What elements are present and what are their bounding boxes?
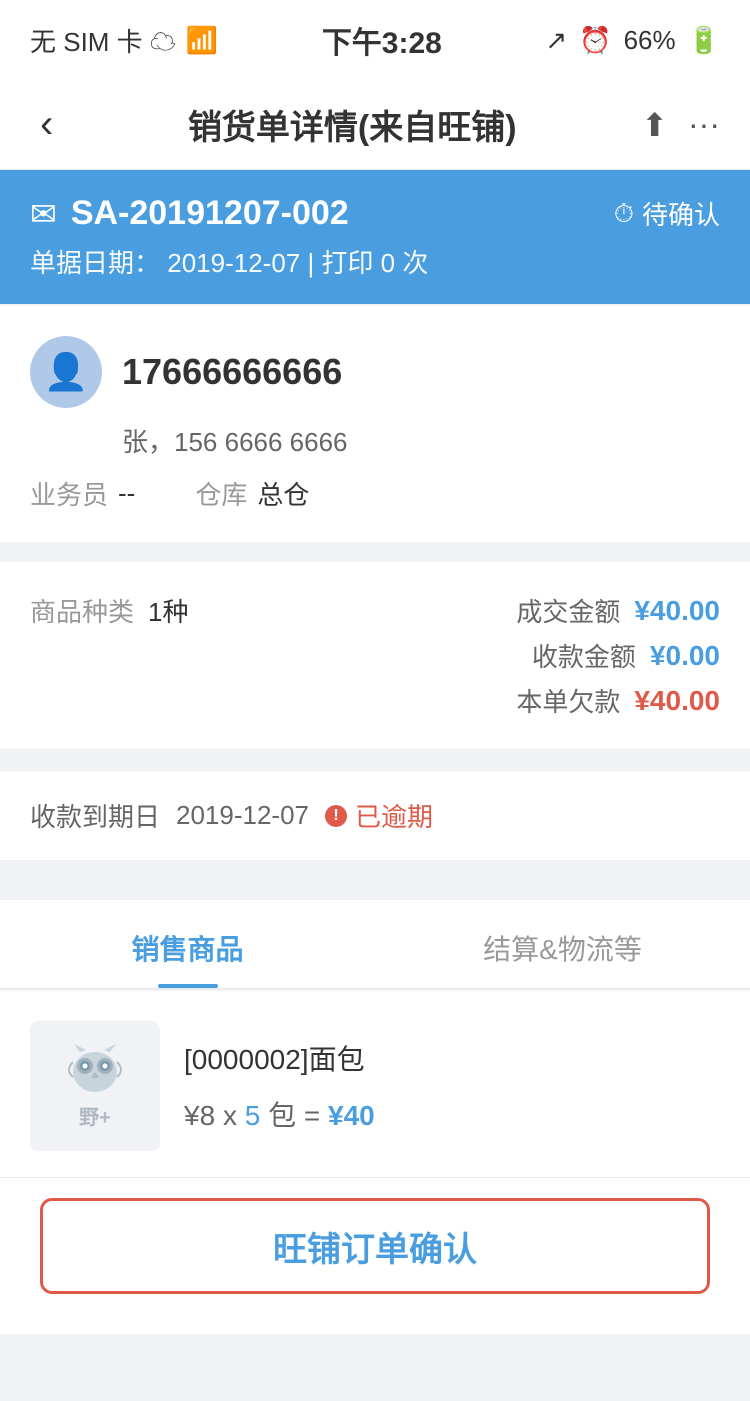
divider-2 [0, 749, 750, 769]
staff-item: 业务员 -- [30, 475, 135, 512]
customer-phone: 17666666666 [122, 351, 342, 393]
order-id-wrap: ✉ SA-20191207-002 [30, 194, 349, 233]
duedate-value: 2019-12-07 [176, 800, 309, 831]
price-unit: ¥8 [184, 1100, 215, 1131]
price-equals: = [304, 1100, 328, 1131]
customer-meta: 业务员 -- 仓库 总仓 [30, 475, 720, 512]
nav-bar: ‹ 销货单详情(来自旺铺) ⬆ ··· [0, 80, 750, 170]
product-thumbnail: 野+ [30, 1021, 160, 1151]
back-button[interactable]: ‹ [30, 92, 63, 157]
page-title: 销货单详情(来自旺铺) [188, 100, 517, 149]
amount-label-1: 收款金额 [532, 637, 636, 674]
price-total: ¥40 [328, 1100, 375, 1131]
tab-settlement[interactable]: 结算&物流等 [375, 900, 750, 988]
price-qty: 5 [245, 1100, 261, 1131]
product-info: [0000002]面包 ¥8 x 5 包 = ¥40 [184, 1038, 720, 1134]
share-button[interactable]: ⬆ [641, 106, 668, 144]
overdue-dot-icon: ! [325, 805, 347, 827]
warehouse-value: 总仓 [257, 475, 309, 512]
amount-label-2: 本单欠款 [516, 682, 620, 719]
amount-row-2: 本单欠款 ¥40.00 [516, 682, 720, 719]
avatar-icon: 👤 [44, 351, 89, 393]
status-time: 下午3:28 [322, 18, 442, 62]
summary-left: 商品种类 1种 [30, 592, 188, 629]
amount-label-0: 成交金额 [516, 592, 620, 629]
alarm-icon: ⏰ [579, 25, 611, 56]
divider-3 [0, 860, 750, 880]
warehouse-label: 仓库 [195, 475, 247, 512]
owl-logo-icon [60, 1042, 130, 1097]
divider-1 [0, 542, 750, 562]
product-section: 野+ [0000002]面包 ¥8 x 5 包 = ¥40 [0, 991, 750, 1181]
product-item: 野+ [0000002]面包 ¥8 x 5 包 = ¥40 [0, 991, 750, 1181]
summary-right: 成交金额 ¥40.00 收款金额 ¥0.00 本单欠款 ¥40.00 [516, 592, 720, 719]
status-left: 无 SIM 卡 ☁ 📶 [30, 22, 218, 59]
customer-row: 👤 17666666666 [30, 336, 720, 408]
date-label: 单据日期： [30, 248, 160, 278]
brand-plus-text: 野+ [79, 1101, 111, 1130]
summary-section: 商品种类 1种 成交金额 ¥40.00 收款金额 ¥0.00 本单欠款 ¥40.… [0, 562, 750, 749]
overdue-text: 已逾期 [355, 797, 433, 834]
amount-value-2: ¥40.00 [634, 685, 720, 717]
warehouse-item: 仓库 总仓 [195, 475, 309, 512]
status-right: ↗ ⏰ 66% 🔋 [545, 25, 720, 56]
category-value: 1种 [148, 592, 188, 629]
avatar: 👤 [30, 336, 102, 408]
date-value: 2019-12-07 [167, 248, 300, 278]
more-button[interactable]: ··· [688, 106, 720, 143]
order-date-line: 单据日期： 2019-12-07 | 打印 0 次 [30, 243, 720, 280]
tab-settlement-label: 结算&物流等 [483, 934, 642, 965]
battery-icon: 🔋 [688, 25, 720, 56]
bottom-bar: 旺铺订单确认 [0, 1177, 750, 1334]
nav-right-actions: ⬆ ··· [641, 106, 720, 144]
amount-value-1: ¥0.00 [650, 640, 720, 672]
amount-row-0: 成交金额 ¥40.00 [516, 592, 720, 629]
price-unit-text: 包 [268, 1100, 296, 1131]
product-name: [0000002]面包 [184, 1038, 720, 1078]
overdue-badge: ! 已逾期 [325, 797, 433, 834]
price-multiply: x [223, 1100, 245, 1131]
location-icon: ↗ [545, 25, 567, 56]
duedate-section: 收款到期日 2019-12-07 ! 已逾期 [0, 771, 750, 860]
order-email-icon: ✉ [30, 195, 57, 233]
confirm-order-button[interactable]: 旺铺订单确认 [40, 1198, 710, 1294]
customer-name: 张，156 6666 6666 [30, 422, 720, 459]
status-clock-icon: ⏱ [614, 198, 634, 230]
tabs-section: 销售商品 结算&物流等 [0, 900, 750, 989]
customer-section: 👤 17666666666 张，156 6666 6666 业务员 -- 仓库 … [0, 306, 750, 542]
no-sim-text: 无 SIM 卡 ☁ [30, 22, 176, 59]
amount-value-0: ¥40.00 [634, 595, 720, 627]
tab-products[interactable]: 销售商品 [0, 900, 375, 988]
staff-value: -- [118, 478, 135, 509]
print-count: | 打印 0 次 [307, 248, 428, 278]
wifi-icon: 📶 [186, 25, 218, 56]
staff-label: 业务员 [30, 475, 108, 512]
duedate-label: 收款到期日 [30, 797, 160, 834]
order-header: ✉ SA-20191207-002 ⏱ 待确认 单据日期： 2019-12-07… [0, 170, 750, 304]
amount-row-1: 收款金额 ¥0.00 [532, 637, 720, 674]
order-header-row1: ✉ SA-20191207-002 ⏱ 待确认 [30, 194, 720, 233]
status-text: 待确认 [642, 195, 720, 232]
product-price-row: ¥8 x 5 包 = ¥40 [184, 1094, 720, 1134]
order-status: ⏱ 待确认 [614, 195, 720, 232]
product-thumb-inner: 野+ [60, 1042, 130, 1130]
order-id: SA-20191207-002 [71, 194, 349, 233]
category-label: 商品种类 [30, 592, 134, 629]
status-bar: 无 SIM 卡 ☁ 📶 下午3:28 ↗ ⏰ 66% 🔋 [0, 0, 750, 80]
summary-row: 商品种类 1种 成交金额 ¥40.00 收款金额 ¥0.00 本单欠款 ¥40.… [30, 592, 720, 719]
battery-text: 66% [624, 25, 676, 56]
tab-products-label: 销售商品 [131, 934, 243, 965]
